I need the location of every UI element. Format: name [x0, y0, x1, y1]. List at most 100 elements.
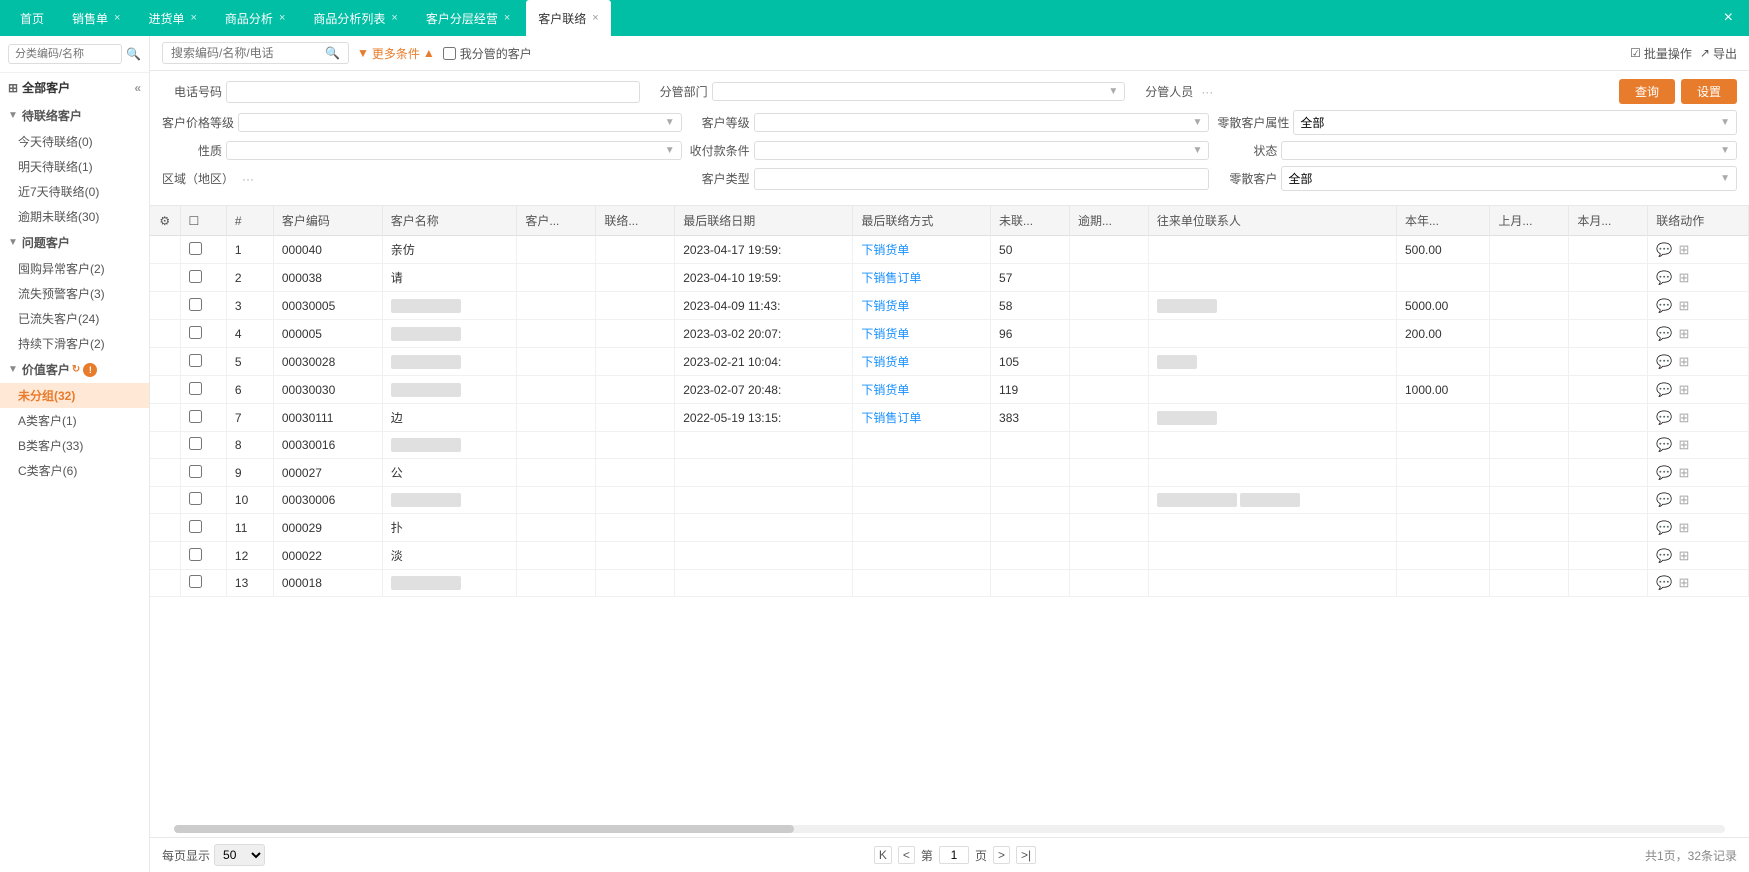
sidebar-item-overdue-pending[interactable]: 逾期未联络(30): [0, 204, 149, 229]
tab-customer-layer[interactable]: 客户分层经营 ×: [414, 0, 522, 36]
grid-action-icon[interactable]: ⊞: [1678, 298, 1689, 314]
close-icon-sales[interactable]: ×: [114, 12, 120, 24]
chat-icon[interactable]: 💬: [1656, 575, 1672, 591]
col-settings[interactable]: ⚙: [150, 206, 180, 236]
col-this-month[interactable]: 本月...: [1569, 206, 1648, 236]
chat-icon[interactable]: 💬: [1656, 437, 1672, 453]
sidebar-group-problem[interactable]: ▼ 问题客户: [0, 229, 149, 256]
sidebar-item-tomorrow-pending[interactable]: 明天待联络(1): [0, 154, 149, 179]
td-checkbox[interactable]: [180, 404, 226, 432]
grid-action-icon[interactable]: ⊞: [1678, 492, 1689, 508]
chat-icon[interactable]: 💬: [1656, 520, 1672, 536]
row-checkbox[interactable]: [189, 326, 202, 339]
sidebar-item-declining[interactable]: 持续下滑客户(2): [0, 331, 149, 356]
sidebar-group-pending[interactable]: ▼ 待联络客户: [0, 102, 149, 129]
filter-dept-select[interactable]: ▼: [712, 82, 1126, 101]
filter-customer-type-input-wrap[interactable]: [754, 168, 1210, 190]
last-page-btn[interactable]: >|: [1016, 846, 1036, 864]
export-btn[interactable]: ↗ 导出: [1700, 45, 1737, 62]
close-icon-product-analysis[interactable]: ×: [279, 12, 285, 24]
sidebar-group-value[interactable]: ▼ 价值客户 ↻ !: [0, 356, 149, 383]
close-icon-purchase[interactable]: ×: [190, 12, 196, 24]
col-contact[interactable]: 联络...: [596, 206, 675, 236]
sidebar-item-abnormal[interactable]: 囤购异常客户(2): [0, 256, 149, 281]
close-icon-customer-contact[interactable]: ×: [592, 12, 598, 24]
td-checkbox[interactable]: [180, 459, 226, 487]
last-method-link[interactable]: 下销货单: [861, 299, 909, 313]
row-checkbox[interactable]: [189, 410, 202, 423]
row-checkbox[interactable]: [189, 520, 202, 533]
first-page-btn[interactable]: K: [874, 846, 892, 864]
scrollbar-track[interactable]: [174, 825, 1725, 833]
td-checkbox[interactable]: [180, 514, 226, 542]
col-checkbox[interactable]: ☐: [180, 206, 226, 236]
grid-action-icon[interactable]: ⊞: [1678, 354, 1689, 370]
filter-nature-select[interactable]: ▼: [226, 141, 682, 160]
sidebar-all-customers[interactable]: ⊞ 全部客户 «: [0, 73, 149, 102]
filter-price-level-select[interactable]: ▼: [238, 113, 682, 132]
grid-action-icon[interactable]: ⊞: [1678, 242, 1689, 258]
prev-page-btn[interactable]: <: [898, 846, 915, 864]
chat-icon[interactable]: 💬: [1656, 354, 1672, 370]
td-checkbox[interactable]: [180, 264, 226, 292]
filter-phone-input[interactable]: [233, 85, 633, 99]
row-checkbox[interactable]: [189, 242, 202, 255]
tab-product-analysis[interactable]: 商品分析 ×: [213, 0, 297, 36]
td-checkbox[interactable]: [180, 236, 226, 264]
reset-button[interactable]: 设置: [1681, 79, 1737, 104]
sidebar-item-class-b[interactable]: B类客户(33): [0, 433, 149, 458]
col-last-method[interactable]: 最后联络方式: [853, 206, 991, 236]
row-checkbox[interactable]: [189, 548, 202, 561]
tab-customer-contact[interactable]: 客户联络 ×: [526, 0, 610, 36]
chat-icon[interactable]: 💬: [1656, 548, 1672, 564]
grid-action-icon[interactable]: ⊞: [1678, 410, 1689, 426]
col-code[interactable]: 客户编码: [273, 206, 382, 236]
grid-action-icon[interactable]: ⊞: [1678, 548, 1689, 564]
col-last-month[interactable]: 上月...: [1490, 206, 1569, 236]
sidebar-item-class-c[interactable]: C类客户(6): [0, 458, 149, 483]
td-checkbox[interactable]: [180, 432, 226, 459]
td-checkbox[interactable]: [180, 348, 226, 376]
filter-manager-dots[interactable]: ···: [1197, 85, 1217, 99]
next-page-btn[interactable]: >: [993, 846, 1010, 864]
row-checkbox[interactable]: [189, 382, 202, 395]
window-close-icon[interactable]: ×: [1716, 9, 1741, 27]
row-checkbox[interactable]: [189, 437, 202, 450]
page-number-input[interactable]: [939, 846, 969, 864]
sidebar-search-input[interactable]: [8, 44, 122, 64]
filter-retail-customer-select[interactable]: 全部 ▼: [1281, 166, 1737, 191]
filter-customer-type-input[interactable]: [761, 172, 1203, 186]
last-method-link[interactable]: 下销售订单: [861, 271, 921, 285]
chat-icon[interactable]: 💬: [1656, 326, 1672, 342]
row-checkbox[interactable]: [189, 492, 202, 505]
close-icon-product-list[interactable]: ×: [391, 12, 397, 24]
col-last-date[interactable]: 最后联络日期: [675, 206, 853, 236]
chat-icon[interactable]: 💬: [1656, 465, 1672, 481]
chat-icon[interactable]: 💬: [1656, 410, 1672, 426]
last-method-link[interactable]: 下销售订单: [861, 411, 921, 425]
filter-payment-select[interactable]: ▼: [754, 141, 1210, 160]
chat-icon[interactable]: 💬: [1656, 270, 1672, 286]
scrollbar-thumb[interactable]: [174, 825, 794, 833]
col-uncontacted[interactable]: 未联...: [991, 206, 1070, 236]
tab-sales[interactable]: 销售单 ×: [60, 0, 132, 36]
sidebar-item-churned[interactable]: 已流失客户(24): [0, 306, 149, 331]
page-size-select[interactable]: 50 20 100: [214, 844, 265, 866]
query-button[interactable]: 查询: [1619, 79, 1675, 104]
grid-action-icon[interactable]: ⊞: [1678, 326, 1689, 342]
main-search-icon[interactable]: 🔍: [325, 46, 340, 60]
sidebar-search-icon[interactable]: 🔍: [126, 47, 141, 61]
row-checkbox[interactable]: [189, 354, 202, 367]
grid-action-icon[interactable]: ⊞: [1678, 437, 1689, 453]
sidebar-item-churn-warning[interactable]: 流失预警客户(3): [0, 281, 149, 306]
tab-purchase[interactable]: 进货单 ×: [136, 0, 208, 36]
more-conditions-btn[interactable]: ▼ 更多条件 ▲: [357, 45, 435, 62]
tab-product-list[interactable]: 商品分析列表 ×: [301, 0, 409, 36]
sidebar-item-ungrouped[interactable]: 未分组(32): [0, 383, 149, 408]
last-method-link[interactable]: 下销货单: [861, 383, 909, 397]
close-icon-customer-layer[interactable]: ×: [504, 12, 510, 24]
chat-icon[interactable]: 💬: [1656, 242, 1672, 258]
filter-retail-attr-select[interactable]: 全部 ▼: [1293, 110, 1737, 135]
sidebar-item-class-a[interactable]: A类客户(1): [0, 408, 149, 433]
td-checkbox[interactable]: [180, 542, 226, 570]
